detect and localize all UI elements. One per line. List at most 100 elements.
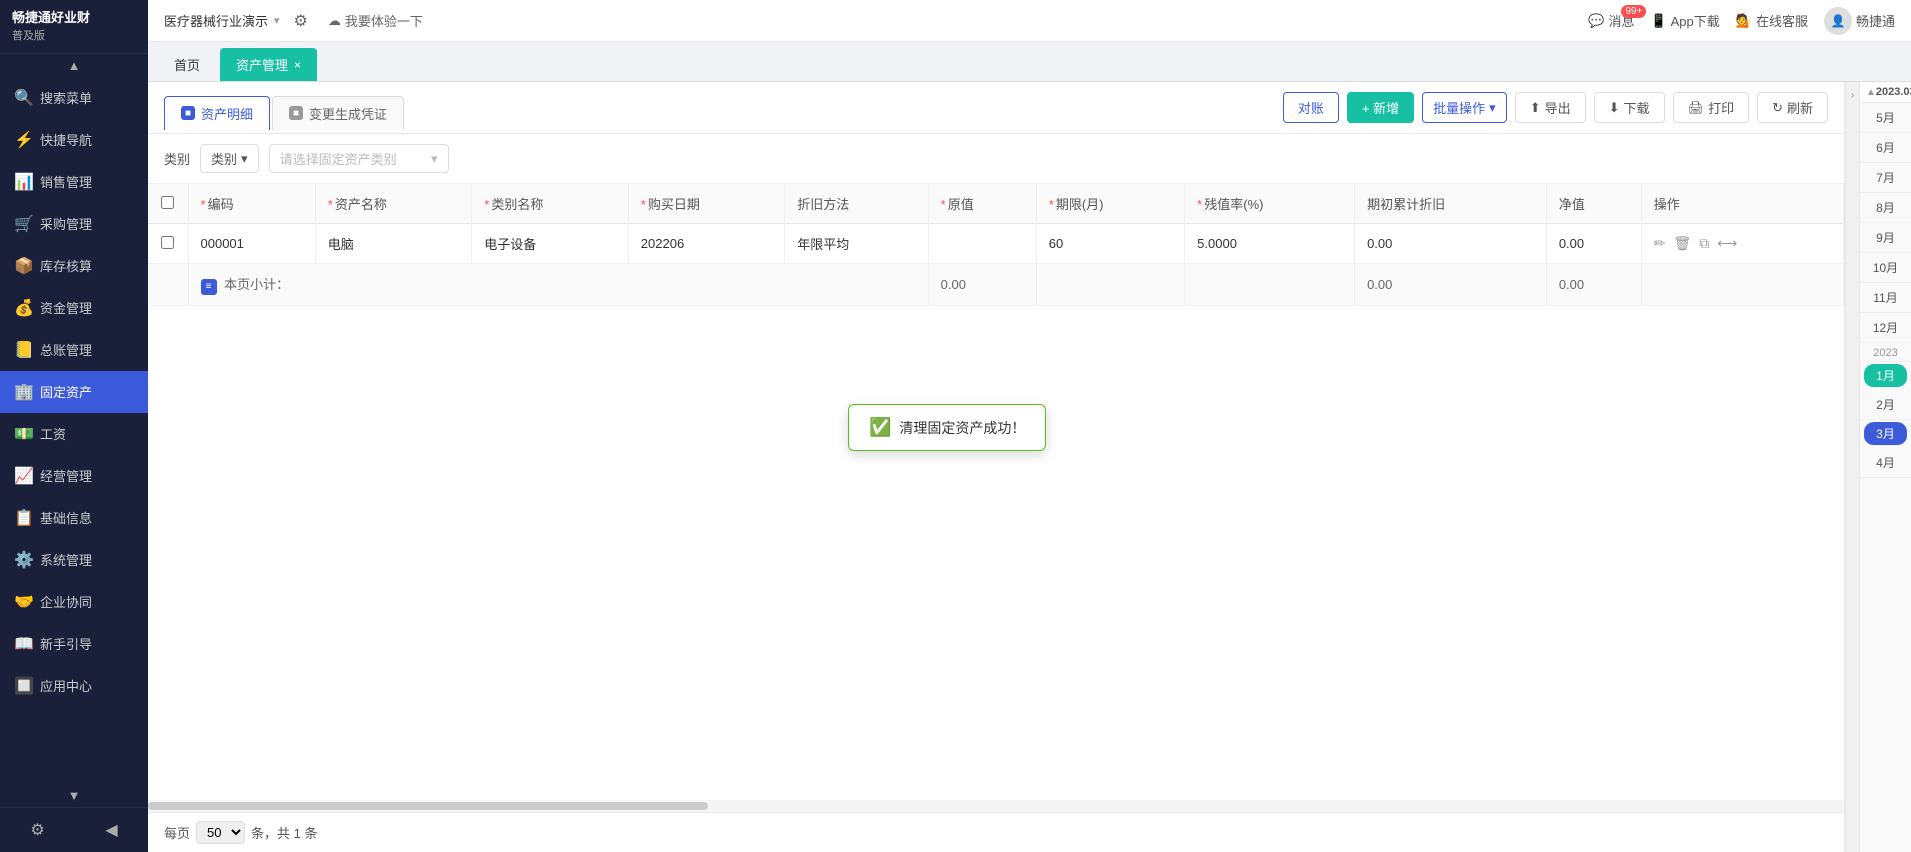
month-jun[interactable]: 6月 <box>1860 133 1911 163</box>
new-label: + 新增 <box>1362 98 1399 117</box>
content-area: ■ 资产明细 ■ 变更生成凭证 对账 + 新增 批量操作 ▾ <box>148 82 1911 852</box>
month-aug[interactable]: 8月 <box>1860 193 1911 223</box>
user-menu[interactable]: 👤 畅捷通 <box>1824 7 1895 35</box>
tab-close-icon[interactable]: × <box>294 58 301 72</box>
cloud-icon: ☁ <box>328 13 341 29</box>
sidebar-item-inventory[interactable]: 📦 库存核算 <box>0 245 148 287</box>
sidebar-item-guide[interactable]: 📖 新手引导 <box>0 623 148 665</box>
sidebar: 畅捷通好业财 普及版 ▲ 🔍 搜索菜单 ⚡ 快捷导航 📊 销售管理 🛒 采购管理… <box>0 0 148 852</box>
horizontal-scrollbar[interactable] <box>148 800 1844 812</box>
sidebar-item-payroll[interactable]: 💵 工资 <box>0 413 148 455</box>
sidebar-item-label-guide: 新手引导 <box>40 634 92 653</box>
category-placeholder: 请选择固定资产类别 <box>280 149 397 168</box>
category-type-select[interactable]: 类别 ▾ <box>200 144 259 173</box>
download-button[interactable]: ⬇ 下载 <box>1594 92 1665 123</box>
sidebar-item-label-app-center: 应用中心 <box>40 676 92 695</box>
reconcile-button[interactable]: 对账 <box>1283 92 1339 123</box>
settings-gear-icon[interactable]: ⚙ <box>290 7 312 35</box>
select-all-checkbox[interactable] <box>161 196 174 209</box>
collapse-icon[interactable]: ◀ <box>97 816 125 844</box>
batch-button[interactable]: 批量操作 ▾ <box>1422 92 1507 123</box>
th-initial-accumulated: 期初累计折旧 <box>1355 184 1547 224</box>
per-page-label: 每页 <box>164 823 190 842</box>
sidebar-item-basic-info[interactable]: 📋 基础信息 <box>0 497 148 539</box>
refresh-button[interactable]: ↻ 刷新 <box>1757 92 1828 123</box>
edit-icon[interactable]: ✏ <box>1654 235 1666 252</box>
row-name: 电脑 <box>315 224 472 264</box>
download-label: 下载 <box>1624 98 1650 117</box>
sidebar-item-system[interactable]: ⚙️ 系统管理 <box>0 539 148 581</box>
sidebar-item-enterprise[interactable]: 🤝 企业协同 <box>0 581 148 623</box>
row-checkbox[interactable] <box>161 236 174 249</box>
print-button[interactable]: 🖨 打印 <box>1673 92 1750 123</box>
tab-home[interactable]: 首页 <box>158 48 216 81</box>
panel-up-arrow[interactable]: ▲ <box>1866 87 1876 98</box>
table-header-row: *编码 *资产名称 *类别名称 *购买日期 折旧方法 *原值 *期限(月) *残… <box>148 184 1844 224</box>
month-nov[interactable]: 11月 <box>1860 283 1911 313</box>
more-icon[interactable]: ⟷ <box>1717 235 1737 252</box>
month-feb[interactable]: 2月 <box>1860 390 1911 420</box>
sidebar-item-search[interactable]: 🔍 搜索菜单 <box>0 77 148 119</box>
company-selector[interactable]: 医疗器械行业演示 ▾ <box>164 11 280 30</box>
th-residual-rate: *残值率(%) <box>1185 184 1355 224</box>
sidebar-scroll-up[interactable]: ▲ <box>0 54 148 77</box>
month-apr[interactable]: 4月 <box>1860 448 1911 478</box>
th-category: *类别名称 <box>472 184 629 224</box>
year-2023-label: 2023 <box>1860 343 1911 362</box>
delete-icon[interactable]: 🗑 <box>1674 235 1692 252</box>
sidebar-item-sales[interactable]: 📊 销售管理 <box>0 161 148 203</box>
month-jan[interactable]: 1月 <box>1864 364 1907 388</box>
panel-collapse-btn[interactable]: › <box>1845 82 1859 852</box>
category-filter-label: 类别 <box>164 149 190 168</box>
sub-tab-asset-detail-label: 资产明细 <box>201 104 253 123</box>
row-period: 60 <box>1036 224 1184 264</box>
sales-icon: 📊 <box>14 172 32 192</box>
scrollbar-thumb[interactable] <box>148 802 708 810</box>
sidebar-item-app-center[interactable]: 🔲 应用中心 <box>0 665 148 707</box>
online-service-btn[interactable]: 💁 在线客服 <box>1736 11 1808 30</box>
app-download-btn[interactable]: 📱 App下载 <box>1650 11 1719 30</box>
guide-icon: 📖 <box>14 634 32 654</box>
row-depreciation-method: 年限平均 <box>785 224 928 264</box>
month-oct[interactable]: 10月 <box>1860 253 1911 283</box>
sidebar-item-fixed-assets[interactable]: 🏢 固定资产 <box>0 371 148 413</box>
settings-icon[interactable]: ⚙ <box>22 816 52 844</box>
sidebar-item-ledger[interactable]: 📒 总账管理 <box>0 329 148 371</box>
message-btn[interactable]: 💬 消息 99+ <box>1588 11 1634 30</box>
right-panel-months: 5月 6月 7月 8月 9月 10月 11月 12月 2023 1月 2月 3月… <box>1860 103 1911 852</box>
copy-icon[interactable]: ⧉ <box>1699 235 1709 252</box>
sidebar-scroll-down[interactable]: ▼ <box>0 784 148 807</box>
month-jul[interactable]: 7月 <box>1860 163 1911 193</box>
new-button[interactable]: + 新增 <box>1347 92 1414 123</box>
sidebar-item-operations[interactable]: 📈 经营管理 <box>0 455 148 497</box>
right-panel-year-label: 2023.03 <box>1876 86 1911 98</box>
export-button[interactable]: ⬆ 导出 <box>1515 92 1586 123</box>
month-mar-active[interactable]: 3月 <box>1864 422 1907 446</box>
sidebar-item-label-inventory: 库存核算 <box>40 256 92 275</box>
month-dec[interactable]: 12月 <box>1860 313 1911 343</box>
sub-tab-voucher[interactable]: ■ 变更生成凭证 <box>272 96 404 130</box>
month-sep[interactable]: 9月 <box>1860 223 1911 253</box>
refresh-label: 刷新 <box>1787 98 1813 117</box>
experience-btn[interactable]: ☁ 我要体验一下 <box>328 11 423 30</box>
subtotal-net: 0.00 <box>1546 264 1641 306</box>
sidebar-item-quick-nav[interactable]: ⚡ 快捷导航 <box>0 119 148 161</box>
subtotal-period <box>1036 264 1184 306</box>
enterprise-icon: 🤝 <box>14 592 32 612</box>
sub-tab-asset-detail[interactable]: ■ 资产明细 <box>164 96 270 130</box>
month-may[interactable]: 5月 <box>1860 103 1911 133</box>
category-value-select[interactable]: 请选择固定资产类别 ▾ <box>269 144 449 173</box>
sidebar-item-finance[interactable]: 💰 资金管理 <box>0 287 148 329</box>
sidebar-item-label-operations: 经营管理 <box>40 466 92 485</box>
tab-asset-management[interactable]: 资产管理 × <box>220 48 317 81</box>
category-type-value: 类别 <box>211 149 237 168</box>
sidebar-item-label-search: 搜索菜单 <box>40 88 92 107</box>
subtotal-row: ≡ 本页小计： 0.00 0.00 0.00 <box>148 264 1844 306</box>
success-check-icon: ✅ <box>869 417 891 438</box>
sidebar-item-purchase[interactable]: 🛒 采购管理 <box>0 203 148 245</box>
table-row: 000001 电脑 电子设备 202206 年限平均 60 5.0000 0.0… <box>148 224 1844 264</box>
th-code: *编码 <box>188 184 315 224</box>
subtotal-original: 0.00 <box>928 264 1036 306</box>
per-page-select[interactable]: 50 <box>196 821 245 844</box>
sidebar-item-label-payroll: 工资 <box>40 424 66 443</box>
